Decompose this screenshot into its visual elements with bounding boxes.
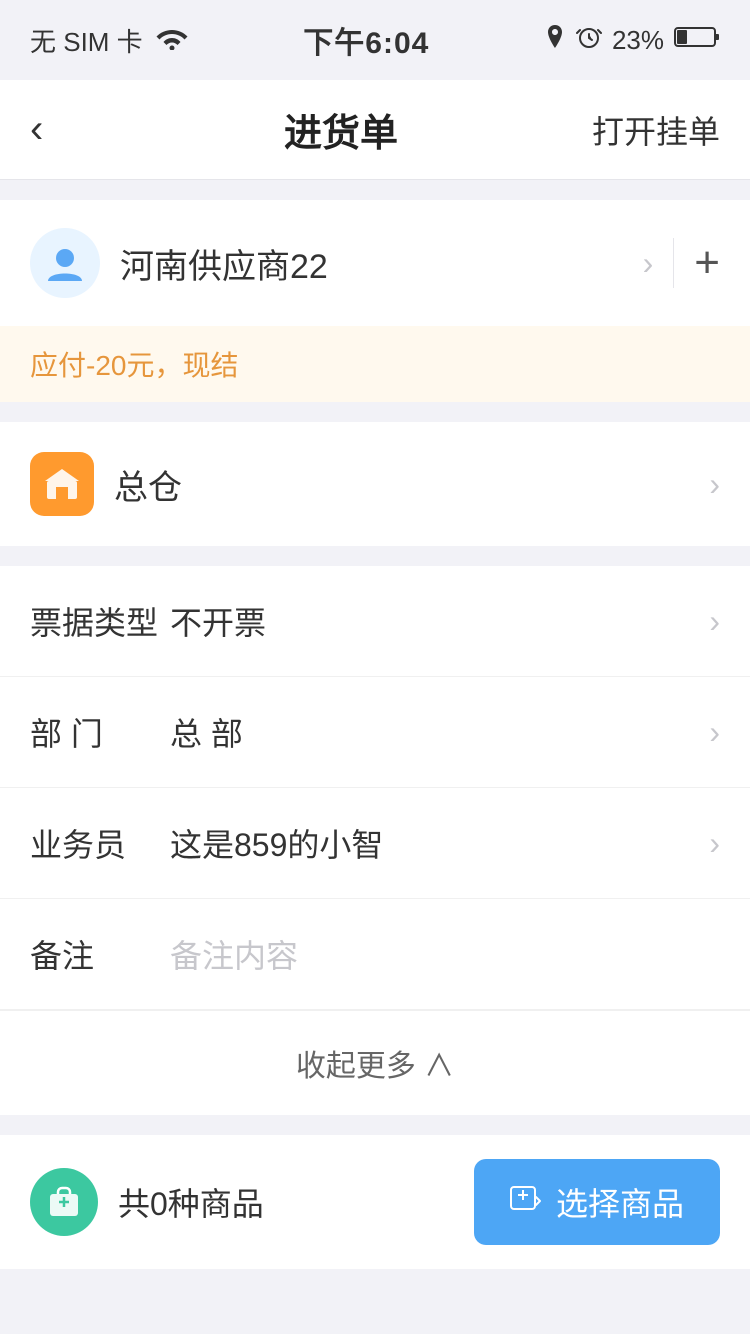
salesperson-row[interactable]: 业务员 这是859的小智 › — [0, 788, 750, 899]
invoice-type-value: 不开票 — [170, 598, 709, 644]
product-count: 共0种商品 — [118, 1179, 454, 1225]
select-product-label: 选择商品 — [556, 1179, 684, 1225]
invoice-type-row[interactable]: 票据类型 不开票 › — [0, 566, 750, 677]
department-row[interactable]: 部 门 总 部 › — [0, 677, 750, 788]
status-time: 下午6:04 — [303, 18, 429, 62]
wifi-icon — [155, 24, 189, 57]
select-product-icon — [510, 1183, 544, 1222]
supplier-name: 河南供应商22 — [120, 239, 643, 288]
section-gap-1 — [0, 180, 750, 200]
back-button[interactable]: ‹ — [30, 107, 90, 152]
notice-bar: 应付-20元，现结 — [0, 326, 750, 402]
warehouse-icon — [30, 452, 94, 516]
nav-bar: ‹ 进货单 打开挂单 — [0, 80, 750, 180]
open-pending-button[interactable]: 打开挂单 — [592, 107, 720, 153]
page-title: 进货单 — [90, 102, 592, 157]
salesperson-label: 业务员 — [30, 820, 170, 866]
chevron-right-icon: › — [643, 245, 654, 282]
supplier-card: 河南供应商22 › + 应付-20元，现结 — [0, 200, 750, 402]
remark-row[interactable]: 备注 备注内容 — [0, 899, 750, 1010]
collapse-row[interactable]: 收起更多 ∧ — [0, 1010, 750, 1115]
product-icon — [30, 1168, 98, 1236]
battery-icon — [674, 25, 720, 56]
department-label: 部 门 — [30, 709, 170, 755]
avatar — [30, 228, 100, 298]
department-value: 总 部 — [170, 709, 709, 755]
collapse-label: 收起更多 ∧ — [296, 1041, 454, 1085]
salesperson-value: 这是859的小智 — [170, 820, 709, 866]
supplier-row[interactable]: 河南供应商22 › + — [0, 200, 750, 326]
remark-label: 备注 — [30, 931, 170, 977]
add-button[interactable]: + — [673, 238, 720, 288]
status-bar: 无 SIM 卡 下午6:04 23% — [0, 0, 750, 80]
select-product-button[interactable]: 选择商品 — [474, 1159, 720, 1245]
chevron-right-icon: › — [709, 714, 720, 751]
carrier-text: 无 SIM 卡 — [30, 22, 143, 59]
alarm-icon — [576, 24, 602, 57]
battery-percent: 23% — [612, 25, 664, 56]
invoice-type-label: 票据类型 — [30, 598, 170, 644]
chevron-right-icon: › — [709, 466, 720, 503]
remark-input[interactable]: 备注内容 — [170, 931, 720, 977]
product-bar: 共0种商品 选择商品 — [0, 1135, 750, 1269]
chevron-right-icon: › — [709, 603, 720, 640]
warehouse-row[interactable]: 总仓 › — [0, 422, 750, 546]
form-section: 票据类型 不开票 › 部 门 总 部 › 业务员 这是859的小智 › 备注 备… — [0, 566, 750, 1115]
notice-text: 应付-20元，现结 — [30, 350, 238, 381]
location-icon — [544, 24, 566, 57]
chevron-right-icon: › — [709, 825, 720, 862]
status-right: 23% — [544, 24, 720, 57]
warehouse-name: 总仓 — [114, 460, 709, 509]
status-left: 无 SIM 卡 — [30, 22, 189, 59]
